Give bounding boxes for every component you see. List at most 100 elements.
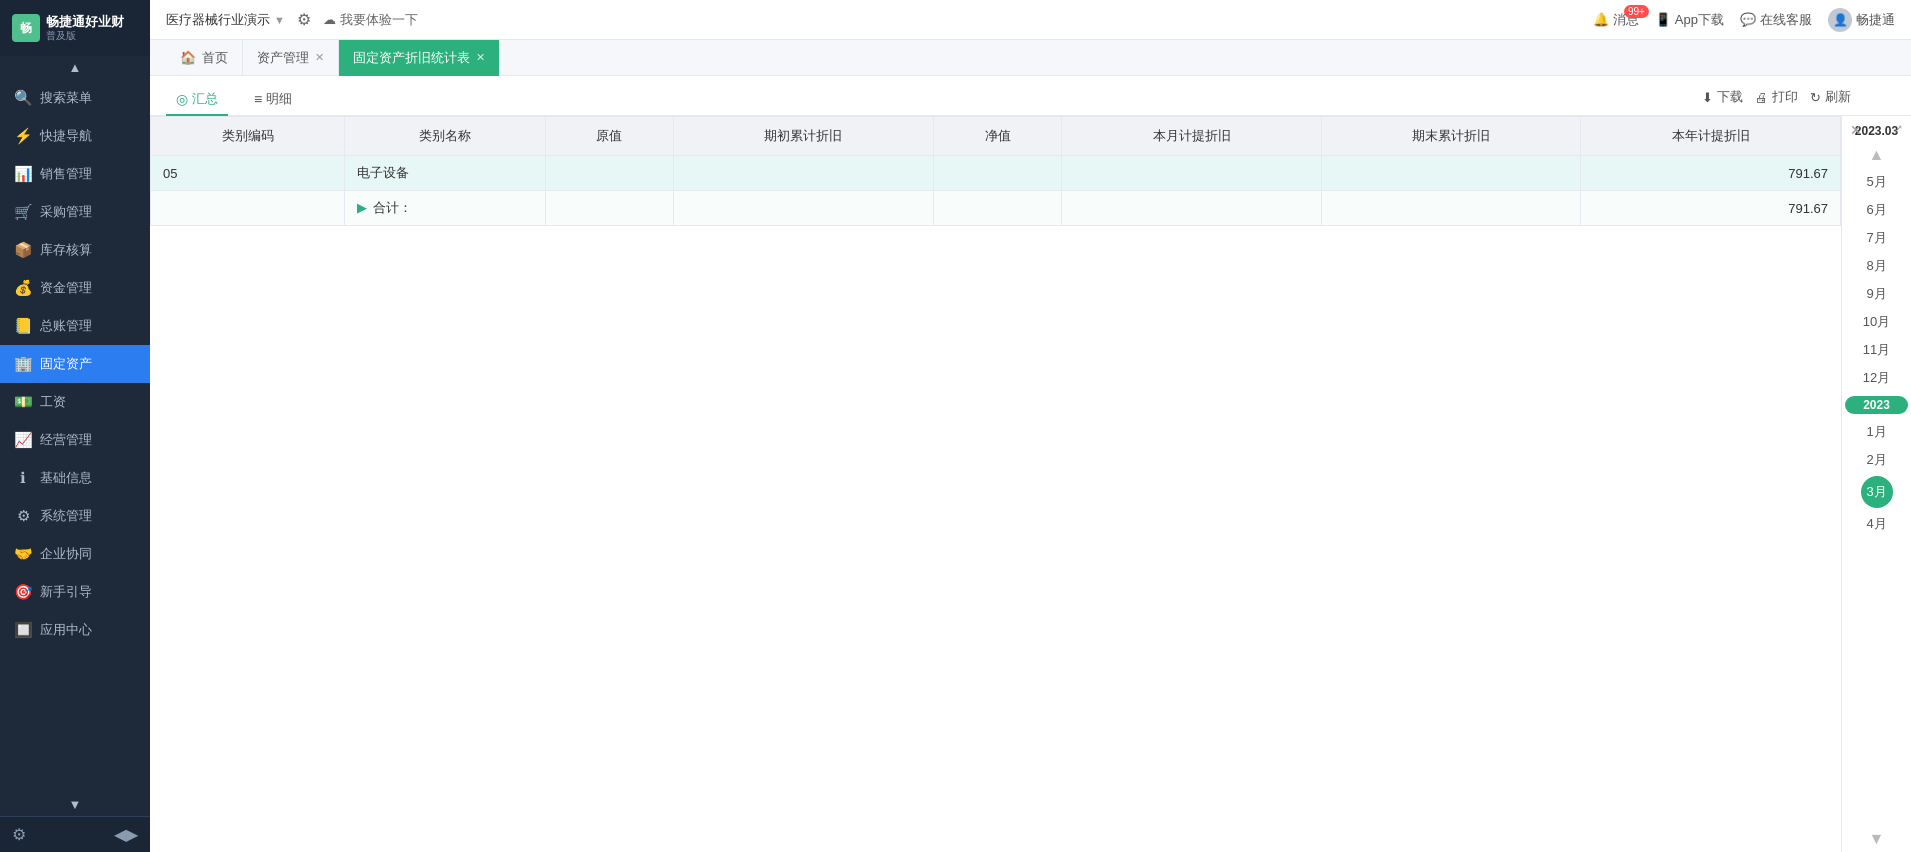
download-btn[interactable]: ⬇ 下载 bbox=[1702, 88, 1743, 106]
logo-title: 畅捷通好业财 bbox=[46, 14, 124, 30]
month-item-5[interactable]: 5月 bbox=[1845, 168, 1907, 196]
sidebar-item-fixed-assets[interactable]: 🏢 固定资产 bbox=[0, 345, 150, 383]
cloud-icon: ☁ bbox=[323, 12, 336, 27]
cell-original-value bbox=[545, 156, 674, 191]
sidebar-item-label: 系统管理 bbox=[40, 507, 92, 525]
system-icon: ⚙ bbox=[14, 507, 32, 525]
year-label-2023: 2023 bbox=[1845, 396, 1907, 414]
table-row[interactable]: 05 电子设备 791.67 bbox=[151, 156, 1841, 191]
company-arrow-icon: ▼ bbox=[274, 14, 285, 26]
tab-asset-mgmt-label: 资产管理 bbox=[257, 49, 309, 67]
total-year-dep: 791.67 bbox=[1581, 191, 1841, 226]
sidebar-item-finance[interactable]: 💰 资金管理 bbox=[0, 269, 150, 307]
depreciation-table: 类别编码 类别名称 原值 期初累计折旧 净值 本月计提折旧 期末累计折旧 本年计… bbox=[150, 116, 1841, 226]
tab-asset-mgmt[interactable]: 资产管理 ✕ bbox=[243, 40, 339, 76]
cell-accum-start bbox=[674, 156, 934, 191]
sidebar-item-system[interactable]: ⚙ 系统管理 bbox=[0, 497, 150, 535]
experience-btn[interactable]: ☁ 我要体验一下 bbox=[323, 11, 418, 29]
sidebar-item-app-center[interactable]: 🔲 应用中心 bbox=[0, 611, 150, 649]
refresh-icon: ↻ bbox=[1810, 90, 1821, 105]
month-item-4[interactable]: 4月 bbox=[1845, 510, 1907, 538]
service-btn[interactable]: 💬 在线客服 bbox=[1740, 11, 1812, 29]
content-area: ◎ 汇总 ≡ 明细 ⬇ 下载 🖨 打印 ↻ 刷新 bbox=[150, 76, 1911, 852]
month-item-3[interactable]: 3月 bbox=[1861, 476, 1893, 508]
month-item-12[interactable]: 12月 bbox=[1845, 364, 1907, 392]
company-name: 医疗器械行业演示 bbox=[166, 11, 270, 29]
sidebar-item-purchase[interactable]: 🛒 采购管理 bbox=[0, 193, 150, 231]
sidebar-footer: ⚙ ◀▶ bbox=[0, 816, 150, 852]
sidebar-item-enterprise[interactable]: 🤝 企业协同 bbox=[0, 535, 150, 573]
tab-home[interactable]: 🏠 首页 bbox=[166, 40, 243, 76]
tab-depreciation-close[interactable]: ✕ bbox=[476, 51, 485, 64]
sidebar-item-operations[interactable]: 📈 经营管理 bbox=[0, 421, 150, 459]
col-category-name: 类别名称 bbox=[345, 117, 546, 156]
sidebar-item-salary[interactable]: 💵 工资 bbox=[0, 383, 150, 421]
sidebar-item-ledger[interactable]: 📒 总账管理 bbox=[0, 307, 150, 345]
month-item-11[interactable]: 11月 bbox=[1845, 336, 1907, 364]
sidebar-item-label: 企业协同 bbox=[40, 545, 92, 563]
month-list: 5月 6月 7月 8月 9月 10月 11月 12月 2023 1月 2月 3月… bbox=[1842, 168, 1911, 826]
notifications-btn[interactable]: 🔔 消息 99+ bbox=[1593, 11, 1639, 29]
user-label: 畅捷通 bbox=[1856, 11, 1895, 29]
bell-icon: 🔔 bbox=[1593, 12, 1609, 27]
settings-icon[interactable]: ⚙ bbox=[12, 825, 26, 844]
user-menu[interactable]: 👤 畅捷通 bbox=[1828, 8, 1895, 32]
topbar-settings-icon[interactable]: ⚙ bbox=[297, 10, 311, 29]
month-item-1[interactable]: 1月 bbox=[1845, 418, 1907, 446]
col-accum-start: 期初累计折旧 bbox=[674, 117, 934, 156]
cell-category-name: 电子设备 bbox=[345, 156, 546, 191]
sidebar-item-label: 固定资产 bbox=[40, 355, 92, 373]
month-item-10[interactable]: 10月 bbox=[1845, 308, 1907, 336]
month-item-6[interactable]: 6月 bbox=[1845, 196, 1907, 224]
tab-depreciation[interactable]: 固定资产折旧统计表 ✕ bbox=[339, 40, 500, 76]
sidebar-scroll-down[interactable]: ▼ bbox=[0, 793, 150, 816]
month-scroll-up[interactable]: ▲ bbox=[1865, 142, 1889, 168]
sidebar-item-label: 总账管理 bbox=[40, 317, 92, 335]
logo-icon: 畅 bbox=[12, 14, 40, 42]
month-item-2[interactable]: 2月 bbox=[1845, 446, 1907, 474]
month-item-9[interactable]: 9月 bbox=[1845, 280, 1907, 308]
sidebar-logo: 畅 畅捷通好业财 普及版 bbox=[0, 0, 150, 56]
sales-icon: 📊 bbox=[14, 165, 32, 183]
sidebar-item-guide[interactable]: 🎯 新手引导 bbox=[0, 573, 150, 611]
guide-icon: 🎯 bbox=[14, 583, 32, 601]
sidebar-item-basic-info[interactable]: ℹ 基础信息 bbox=[0, 459, 150, 497]
month-item-8[interactable]: 8月 bbox=[1845, 252, 1907, 280]
print-btn[interactable]: 🖨 打印 bbox=[1755, 88, 1798, 106]
cell-month-dep bbox=[1062, 156, 1322, 191]
col-category-code: 类别编码 bbox=[151, 117, 345, 156]
col-net-value: 净值 bbox=[933, 117, 1062, 156]
refresh-btn[interactable]: ↻ 刷新 bbox=[1810, 88, 1851, 106]
company-selector[interactable]: 医疗器械行业演示 ▼ bbox=[166, 11, 285, 29]
download-btn[interactable]: 📱 App下载 bbox=[1655, 11, 1724, 29]
service-label: 在线客服 bbox=[1760, 11, 1812, 29]
sidebar-item-quick-nav[interactable]: ⚡ 快捷导航 bbox=[0, 117, 150, 155]
toolbar: ⬇ 下载 🖨 打印 ↻ 刷新 bbox=[1702, 88, 1851, 106]
tabbar: 🏠 首页 资产管理 ✕ 固定资产折旧统计表 ✕ bbox=[150, 40, 1911, 76]
right-panel-close-btn[interactable]: ✕ bbox=[1850, 122, 1862, 138]
sidebar-item-inventory[interactable]: 📦 库存核算 bbox=[0, 231, 150, 269]
right-panel: ✕ 2023.03 ⤢ ▲ 5月 6月 7月 8月 9月 10月 11月 12月… bbox=[1841, 116, 1911, 852]
right-panel-expand-btn[interactable]: ⤢ bbox=[1893, 122, 1903, 136]
sidebar-item-label: 资金管理 bbox=[40, 279, 92, 297]
summary-icon: ◎ bbox=[176, 91, 188, 107]
tab-depreciation-label: 固定资产折旧统计表 bbox=[353, 49, 470, 67]
tab-asset-mgmt-close[interactable]: ✕ bbox=[315, 51, 324, 64]
sidebar-scroll-up[interactable]: ▲ bbox=[0, 56, 150, 79]
ledger-icon: 📒 bbox=[14, 317, 32, 335]
collapse-icon[interactable]: ◀▶ bbox=[114, 825, 138, 844]
download-toolbar-label: 下载 bbox=[1717, 88, 1743, 106]
operations-icon: 📈 bbox=[14, 431, 32, 449]
print-icon: 🖨 bbox=[1755, 90, 1768, 105]
sidebar-item-search[interactable]: 🔍 搜索菜单 bbox=[0, 79, 150, 117]
detail-icon: ≡ bbox=[254, 91, 262, 107]
subtab-detail[interactable]: ≡ 明细 bbox=[244, 84, 302, 116]
sidebar-item-sales[interactable]: 📊 销售管理 bbox=[0, 155, 150, 193]
sidebar-item-label: 快捷导航 bbox=[40, 127, 92, 145]
main-area: 医疗器械行业演示 ▼ ⚙ ☁ 我要体验一下 🔔 消息 99+ 📱 App下载 💬… bbox=[150, 0, 1911, 852]
table-total-row: ▶ 合计： 791.67 bbox=[151, 191, 1841, 226]
month-item-7[interactable]: 7月 bbox=[1845, 224, 1907, 252]
month-scroll-down[interactable]: ▼ bbox=[1865, 826, 1889, 852]
salary-icon: 💵 bbox=[14, 393, 32, 411]
subtab-summary[interactable]: ◎ 汇总 bbox=[166, 84, 228, 116]
